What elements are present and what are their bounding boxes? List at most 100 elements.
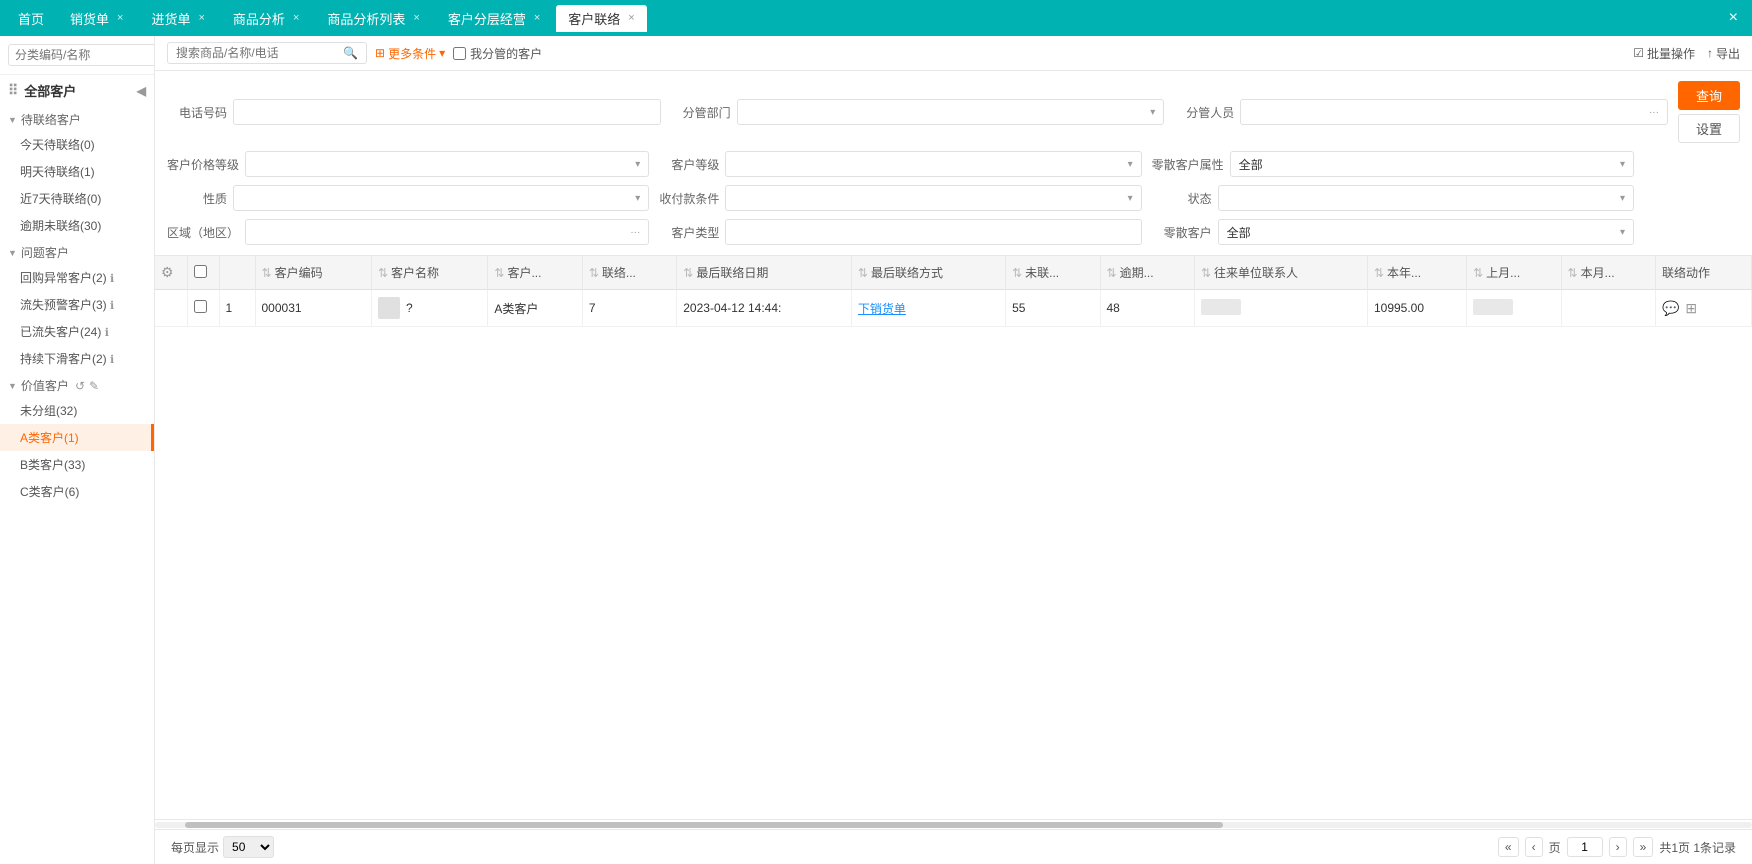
sort-icon: ⇅ [262,266,272,280]
search-box[interactable]: 🔍 [167,42,367,64]
settings-button[interactable]: 设置 [1678,114,1740,143]
th-overdue[interactable]: ⇅ 逾期... [1100,256,1194,290]
sidebar-group-value[interactable]: ▼ 价值客户 ↺ ✎ [0,372,154,397]
th-thisyear[interactable]: ⇅ 本年... [1367,256,1466,290]
last-page-button[interactable]: » [1633,837,1654,857]
cell-lastmethod[interactable]: 下销货单 [851,290,1005,327]
export-button[interactable]: ↑ 导出 [1707,45,1740,62]
nature-select[interactable]: ▾ [233,185,649,211]
th-contact[interactable]: ⇅ 联络... [582,256,676,290]
all-customers-header[interactable]: ⠿ 全部客户 ◀ [0,75,154,106]
scroll-thumb[interactable] [185,822,1223,828]
scatter-attr-select[interactable]: 全部 ▾ [1230,151,1634,177]
col-overdue-label: 逾期... [1120,264,1154,281]
sidebar-item-overdue[interactable]: 逾期未联络(30) [0,212,154,239]
nav-tab-4-close[interactable]: × [534,12,540,24]
customer-level-select[interactable]: ▾ [725,151,1141,177]
th-lastmethod[interactable]: ⇅ 最后联络方式 [851,256,1005,290]
nav-tab-1[interactable]: 进货单 × [139,5,216,32]
nav-tab-5[interactable]: 客户联络 × [556,5,646,32]
th-code[interactable]: ⇅ 客户编码 [255,256,371,290]
my-customers-checkbox[interactable] [453,47,466,60]
arrow-down-icon-4: ▾ [1620,159,1625,170]
customer-type-input[interactable] [725,219,1141,245]
more-conditions-button[interactable]: ⊞ 更多条件 ▾ [375,45,445,62]
sidebar-item-lostwarning[interactable]: 流失预警客户(3) ℹ [0,291,154,318]
sidebar-item-cclass[interactable]: C类客户(6) [0,478,154,505]
scroll-track[interactable] [155,822,1752,828]
sort-icon-lastmonth: ⇅ [1473,266,1483,280]
batch-operation-button[interactable]: ☑ 批量操作 [1633,45,1695,62]
nav-tab-0[interactable]: 销货单 × [58,5,135,32]
sidebar-group-pending[interactable]: ▼ 待联络客户 [0,106,154,131]
search-input[interactable] [176,46,339,60]
nav-tab-2-close[interactable]: × [293,12,299,24]
dots-icon-person: ··· [1649,107,1659,118]
nav-tab-0-close[interactable]: × [117,12,123,24]
payment-select[interactable]: ▾ [725,185,1141,211]
th-settings[interactable]: ⚙ [155,256,187,290]
region-input[interactable]: ··· [245,219,649,245]
today-label: 今天待联络 [20,138,80,152]
cell-lastmonth [1467,290,1561,327]
close-all-button[interactable]: × [1723,5,1744,31]
filter-payment: 收付款条件 ▾ [659,185,1141,211]
ungroup-label: 未分组 [20,404,56,418]
th-contactperson[interactable]: ⇅ 往来单位联系人 [1194,256,1367,290]
nav-tab-1-close[interactable]: × [198,12,204,24]
dept-select[interactable]: ▾ [737,99,1165,125]
page-input[interactable] [1567,837,1603,857]
th-nocontact[interactable]: ⇅ 未联... [1006,256,1100,290]
sidebar-group-problem[interactable]: ▼ 问题客户 [0,239,154,264]
my-customers-checkbox-label[interactable]: 我分管的客户 [453,45,542,62]
nav-tab-2[interactable]: 商品分析 × [221,5,311,32]
gear-icon[interactable]: ⚙ [161,264,174,280]
filter-price-level: 客户价格等级 ▾ [167,151,649,177]
bclass-count: (33) [64,458,85,472]
th-name[interactable]: ⇅ 客户名称 [371,256,487,290]
status-select[interactable]: ▾ [1218,185,1634,211]
th-lastmonth[interactable]: ⇅ 上月... [1467,256,1561,290]
sidebar-item-7days[interactable]: 近7天待联络(0) [0,185,154,212]
per-page-label: 每页显示 [171,839,219,856]
comment-icon[interactable]: 💬 [1662,300,1679,317]
row-checkbox[interactable] [194,300,207,313]
sidebar-item-declining[interactable]: 持续下滑客户(2) ℹ [0,345,154,372]
more-conditions-label: 更多条件 [388,45,436,62]
scatter-select[interactable]: 全部 ▾ [1218,219,1634,245]
edit-icon[interactable]: ✎ [89,379,99,393]
th-checkbox[interactable] [187,256,219,290]
nav-tab-3-close[interactable]: × [413,12,419,24]
prev-page-button[interactable]: ‹ [1525,837,1543,857]
th-thismonth[interactable]: ⇅ 本月... [1561,256,1655,290]
nav-tab-3[interactable]: 商品分析列表 × [315,5,431,32]
sidebar-item-repurchase[interactable]: 回购异常客户(2) ℹ [0,264,154,291]
price-level-select[interactable]: ▾ [245,151,649,177]
th-lastdate[interactable]: ⇅ 最后联络日期 [677,256,852,290]
phone-input[interactable] [233,99,661,125]
arrow-down-icon-7: ▾ [1620,193,1625,204]
th-type[interactable]: ⇅ 客户... [488,256,582,290]
sidebar-item-aclass[interactable]: A类客户(1) [0,424,154,451]
sidebar-search-input[interactable] [8,44,155,66]
nav-tab-4[interactable]: 客户分层经营 × [436,5,552,32]
horizontal-scrollbar[interactable] [155,819,1752,829]
select-all-checkbox[interactable] [194,265,207,278]
sidebar-item-lost[interactable]: 已流失客户(24) ℹ [0,318,154,345]
cell-checkbox[interactable] [187,290,219,327]
sidebar-item-ungroup[interactable]: 未分组(32) [0,397,154,424]
per-page-dropdown[interactable]: 50 100 200 [223,836,274,858]
sidebar-item-today[interactable]: 今天待联络(0) [0,131,154,158]
person-input[interactable]: ··· [1240,99,1668,125]
sort-icon-thisyear: ⇅ [1374,266,1384,280]
nav-tab-5-close[interactable]: × [628,12,634,24]
sidebar-item-bclass[interactable]: B类客户(33) [0,451,154,478]
next-page-button[interactable]: › [1609,837,1627,857]
collapse-button[interactable]: ◀ [137,84,146,98]
first-page-button[interactable]: « [1498,837,1519,857]
query-button[interactable]: 查询 [1678,81,1740,110]
qrcode-icon[interactable]: ⊞ [1685,300,1697,317]
refresh-icon[interactable]: ↺ [75,379,85,393]
nav-home[interactable]: 首页 [8,5,54,32]
sidebar-item-tomorrow[interactable]: 明天待联络(1) [0,158,154,185]
